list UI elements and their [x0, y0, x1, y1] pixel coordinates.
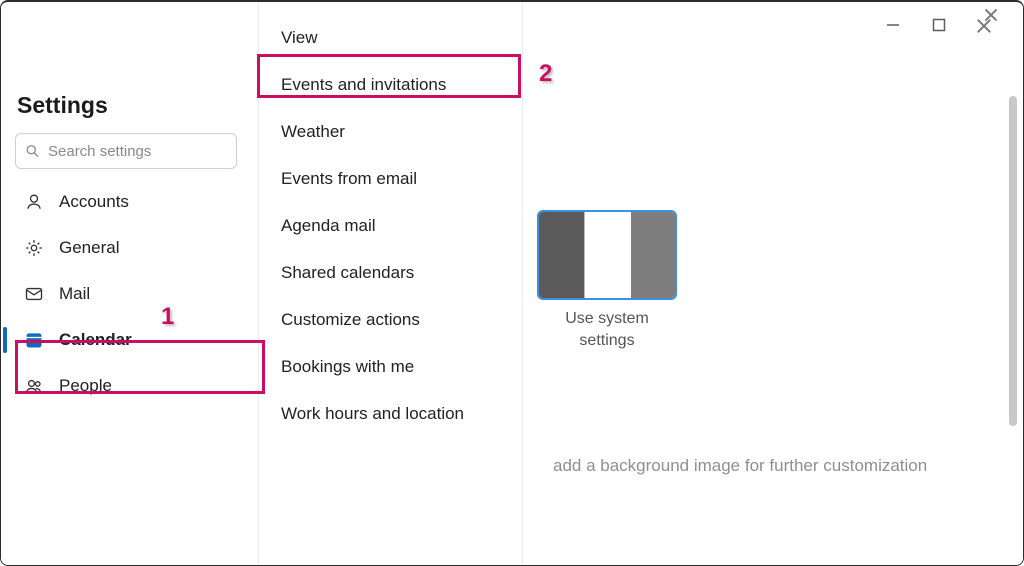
- subnav-item-weather[interactable]: Weather: [259, 108, 522, 155]
- scrollbar-thumb[interactable]: [1009, 96, 1017, 426]
- subnav-item-label: View: [281, 28, 318, 48]
- people-icon: [23, 376, 45, 396]
- search-settings-input[interactable]: [15, 133, 237, 169]
- settings-window: Settings Accounts General: [0, 0, 1024, 566]
- subnav-item-work-hours-location[interactable]: Work hours and location: [259, 390, 522, 437]
- sidebar-item-label: People: [59, 376, 112, 396]
- theme-option-label: Use system settings: [537, 308, 677, 351]
- annotation-number-2: 2: [539, 60, 552, 88]
- settings-subnav: View Events and invitations Weather Even…: [259, 2, 523, 565]
- annotation-number-1: 1: [161, 303, 174, 331]
- theme-preview-gray: [631, 212, 675, 298]
- subnav-item-label: Work hours and location: [281, 404, 464, 424]
- subnav-item-label: Events and invitations: [281, 75, 446, 95]
- person-icon: [23, 192, 45, 212]
- mail-icon: [23, 284, 45, 304]
- sidebar-item-label: Accounts: [59, 192, 129, 212]
- gear-icon: [23, 238, 45, 258]
- minimize-button[interactable]: [883, 15, 903, 35]
- subnav-item-shared-calendars[interactable]: Shared calendars: [259, 249, 522, 296]
- subnav-item-bookings-with-me[interactable]: Bookings with me: [259, 343, 522, 390]
- sidebar-item-calendar[interactable]: Calendar: [15, 317, 248, 363]
- search-icon: [25, 144, 40, 159]
- background-hint-text: add a background image for further custo…: [553, 456, 927, 476]
- sidebar-item-general[interactable]: General: [15, 225, 248, 271]
- sidebar-item-label: Mail: [59, 284, 90, 304]
- subnav-item-events-invitations[interactable]: Events and invitations: [259, 61, 522, 108]
- theme-preview-dark: [539, 212, 585, 298]
- subnav-item-label: Bookings with me: [281, 357, 414, 377]
- subnav-item-customize-actions[interactable]: Customize actions: [259, 296, 522, 343]
- sidebar-item-label: Calendar: [59, 330, 132, 350]
- window-titlebar: [883, 2, 1023, 48]
- sidebar-item-people[interactable]: People: [15, 363, 248, 409]
- subnav-item-events-from-email[interactable]: Events from email: [259, 155, 522, 202]
- maximize-button[interactable]: [929, 15, 949, 35]
- subnav-item-agenda-mail[interactable]: Agenda mail: [259, 202, 522, 249]
- settings-content: Use system settings add a background ima…: [523, 2, 1023, 565]
- theme-option-system[interactable]: [537, 210, 677, 300]
- calendar-icon: [23, 330, 45, 350]
- subnav-item-label: Shared calendars: [281, 263, 414, 283]
- subnav-item-label: Customize actions: [281, 310, 420, 330]
- subnav-item-label: Weather: [281, 122, 345, 142]
- subnav-item-label: Events from email: [281, 169, 417, 189]
- sidebar-item-accounts[interactable]: Accounts: [15, 179, 248, 225]
- settings-title: Settings: [17, 92, 248, 119]
- theme-preview-light: [585, 212, 631, 298]
- sidebar-item-label: General: [59, 238, 119, 258]
- settings-sidebar: Settings Accounts General: [1, 2, 259, 565]
- sidebar-item-mail[interactable]: Mail: [15, 271, 248, 317]
- subnav-item-view[interactable]: View: [259, 14, 522, 61]
- subnav-item-label: Agenda mail: [281, 216, 376, 236]
- close-button[interactable]: [975, 14, 1003, 36]
- search-settings-wrap: [15, 133, 237, 169]
- scrollbar[interactable]: [1009, 96, 1017, 426]
